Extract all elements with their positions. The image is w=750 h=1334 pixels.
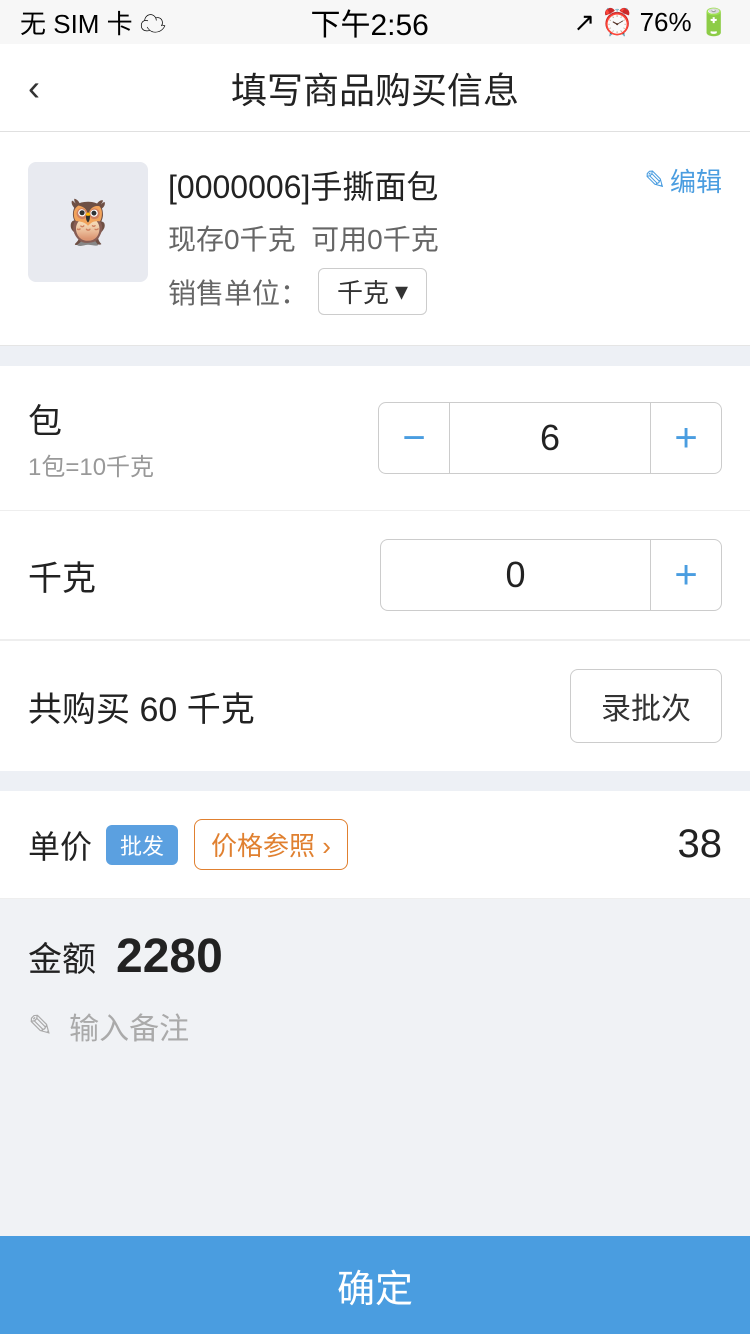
product-unit-row: 销售单位： 千克 ▾ <box>168 268 722 315</box>
kg-plus-button[interactable]: + <box>650 539 722 611</box>
product-logo: 🦉 <box>61 196 116 248</box>
bag-minus-button[interactable]: − <box>378 402 450 474</box>
kg-label: 千克 <box>28 551 228 600</box>
unit-select[interactable]: 千克 ▾ <box>318 268 427 315</box>
summary-row: 共购买 60 千克 录批次 <box>0 640 750 771</box>
kg-controls: + <box>380 539 722 611</box>
price-tag: 批发 <box>106 825 178 865</box>
product-info: [0000006]手撕面包 现存0千克 可用0千克 销售单位： 千克 ▾ <box>168 162 722 315</box>
price-label: 单价 <box>28 822 92 868</box>
kg-input-row: 千克 + <box>0 511 750 640</box>
amount-row: 金额 2280 <box>28 929 722 984</box>
battery-icon: 🔋 <box>698 7 730 38</box>
batch-button[interactable]: 录批次 <box>570 669 722 743</box>
kg-input[interactable] <box>380 539 650 611</box>
location-icon: ↗ <box>573 7 595 38</box>
product-image: 🦉 <box>28 162 148 282</box>
input-section: 包 1包=10千克 − + 千克 + 共购买 60 千克 录批次 <box>0 366 750 771</box>
amount-label: 金额 <box>28 932 96 981</box>
signal-text: 无 SIM 卡 ☁ <box>20 4 166 41</box>
amount-value: 2280 <box>116 929 223 984</box>
status-left: 无 SIM 卡 ☁ <box>20 4 166 41</box>
status-right: ↗ ⏰ 76% 🔋 <box>573 7 730 38</box>
bag-label: 包 1包=10千克 <box>28 394 228 482</box>
bag-input[interactable] <box>450 402 650 474</box>
page-title: 填写商品购买信息 <box>231 62 519 114</box>
price-value: 38 <box>678 822 723 867</box>
product-name: [0000006]手撕面包 <box>168 162 722 208</box>
product-stock: 现存0千克 可用0千克 <box>168 218 722 258</box>
edit-button[interactable]: ✎ 编辑 <box>644 162 722 199</box>
battery-text: 76% <box>640 7 692 38</box>
note-placeholder: 输入备注 <box>69 1004 189 1048</box>
back-button[interactable]: ‹ <box>28 67 40 109</box>
product-card: 🦉 [0000006]手撕面包 现存0千克 可用0千克 销售单位： 千克 ▾ ✎… <box>0 132 750 346</box>
summary-text: 共购买 60 千克 <box>28 682 255 731</box>
bag-input-row: 包 1包=10千克 − + <box>0 366 750 511</box>
price-section: 单价 批发 价格参照 › 38 <box>0 791 750 899</box>
status-time: 下午2:56 <box>310 0 428 44</box>
price-ref-button[interactable]: 价格参照 › <box>194 819 348 870</box>
section-divider-2 <box>0 771 750 791</box>
note-icon: ✎ <box>28 1009 53 1044</box>
bottom-padding <box>0 1068 750 1188</box>
chevron-down-icon: ▾ <box>395 276 408 307</box>
nav-bar: ‹ 填写商品购买信息 <box>0 44 750 132</box>
section-divider-1 <box>0 346 750 366</box>
bag-controls: − + <box>378 402 722 474</box>
note-row[interactable]: ✎ 输入备注 <box>28 1004 722 1048</box>
amount-section: 金额 2280 ✎ 输入备注 <box>0 899 750 1068</box>
price-row: 单价 批发 价格参照 › 38 <box>0 791 750 899</box>
edit-icon: ✎ <box>644 165 666 196</box>
bag-plus-button[interactable]: + <box>650 402 722 474</box>
confirm-button[interactable]: 确定 <box>0 1236 750 1334</box>
status-bar: 无 SIM 卡 ☁ 下午2:56 ↗ ⏰ 76% 🔋 <box>0 0 750 44</box>
alarm-icon: ⏰ <box>601 7 633 38</box>
